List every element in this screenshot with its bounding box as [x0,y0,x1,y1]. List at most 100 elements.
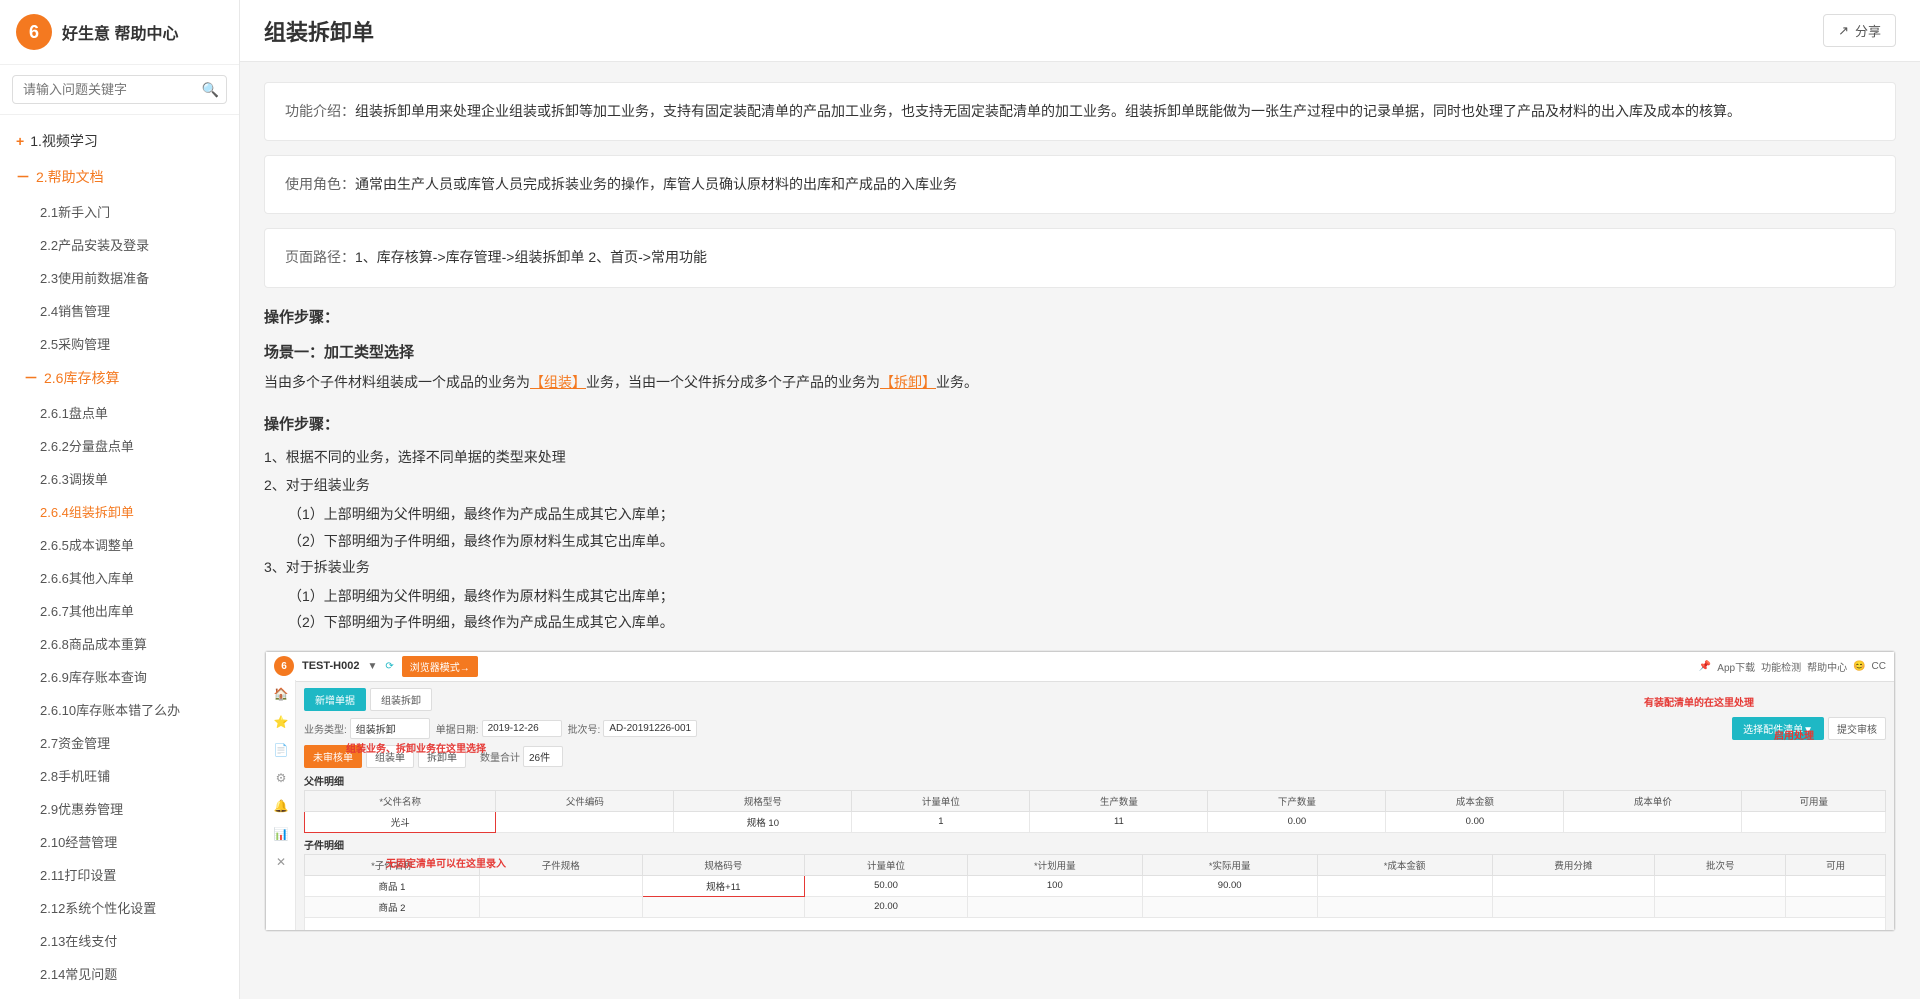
steps-label: 操作步骤： [264,306,1896,327]
sidebar-item-transfer[interactable]: 2.6.3调拨单 [0,462,239,495]
mock-sidebar-home[interactable]: 🏠 [266,680,296,708]
sidebar-subsection-inventory[interactable]: － 2.6库存核算 [0,360,239,396]
mock-form-row: 业务类型: 组装拆卸 单据日期: 2019-12-26 批次号: AD-2019… [304,717,1886,740]
mock-sidebar-close[interactable]: ✕ [266,848,296,876]
mock-bot-th-10: 可用 [1786,854,1886,875]
mock-nav-btn[interactable]: 浏览器模式→ [402,656,478,677]
mock-top-row-1: 光斗 规格 10 1 11 0.00 0.00 [305,811,1886,832]
sidebar-item-faq[interactable]: 2.14常见问题 [0,957,239,990]
mock-top-th-7: 成本金额 [1386,790,1564,811]
mock-icon-pin: 📌 [1699,661,1711,672]
step2-sub1: （1）上部明细为父件明细，最终作为产成品生成其它入库单； [264,501,1896,528]
mock-sidebar-settings[interactable]: ⚙ [266,764,296,792]
sidebar-item-help-docs[interactable]: － 2.帮助文档 2.1新手入门 2.2产品安装及登录 2.3使用前数据准备 2… [0,159,239,999]
mock-bot-cell-1-4: 50.00 [805,875,968,896]
sidebar-item-newbie[interactable]: 2.1新手入门 [0,195,239,228]
sidebar-item-ops[interactable]: 2.10经营管理 [0,825,239,858]
mock-bot-th-9: 批次号 [1655,854,1786,875]
sidebar-item-personalize[interactable]: 2.12系统个性化设置 [0,891,239,924]
mock-select-bill-btn[interactable]: 选择配件清单▼ [1732,717,1824,740]
mock-status-btn-disassemble[interactable]: 拆卸单 [418,745,466,768]
mock-company: TEST-H002 [302,660,359,672]
op-steps-label: 操作步骤： [264,413,1896,434]
mock-sidebar-star[interactable]: ⭐ [266,708,296,736]
mock-logo: 6 [274,656,294,676]
sidebar-item-other-out[interactable]: 2.6.7其他出库单 [0,594,239,627]
mock-bill-area: 选择配件清单▼ 提交审核 [1732,717,1886,740]
mock-bot-cell-2-7 [1317,896,1492,917]
sidebar-item-online-pay[interactable]: 2.13在线支付 [0,924,239,957]
mock-bot-row-3 [305,917,1886,931]
path-label: 页面路径： [285,249,355,265]
sidebar-item-inventory[interactable]: － 2.6库存核算 2.6.1盘点单 2.6.2分量盘点单 2.6.3调拨单 2… [0,360,239,726]
search-button[interactable]: 🔍 [202,81,219,98]
sidebar-section-label-2: 2.帮助文档 [36,167,104,187]
mock-bot-cell-1-8 [1492,875,1655,896]
sidebar-section-header[interactable]: + 1.视频学习 [0,123,239,159]
share-button[interactable]: ↗ 分享 [1823,14,1896,47]
sidebar-item-assembly[interactable]: 2.6.4组装拆卸单 [0,495,239,528]
step3: 3、对于拆装业务 [264,554,1896,581]
mock-qty-label: 数量合计 [480,749,520,764]
sidebar-item-other-in[interactable]: 2.6.6其他入库单 [0,561,239,594]
sidebar-item-mobile[interactable]: 2.8手机旺铺 [0,759,239,792]
mock-bot-cell-2-8 [1492,896,1655,917]
logo-area: 6 好生意 帮助中心 [0,0,239,65]
mock-confirm-btn[interactable]: 提交审核 [1828,717,1886,740]
mock-bottom-table-label: 子件明细 [304,837,1886,852]
mock-icon-cc: CC [1872,661,1886,672]
mock-tab-new[interactable]: 新增单据 [304,688,366,711]
mock-topbar: 6 TEST-H002 ▼ ⟳ 浏览器模式→ 📌 App下载 功能检测 帮助中心… [266,652,1894,682]
sidebar-item-data-prep[interactable]: 2.3使用前数据准备 [0,261,239,294]
app-logo: 6 [16,14,52,50]
sidebar-item-stock-query[interactable]: 2.6.9库存账本查询 [0,660,239,693]
mock-bot-empty-3 [305,917,1886,931]
share-label: 分享 [1855,21,1881,40]
mock-top-th-1: *父件名称 [305,790,496,811]
mock-sidebar: 🏠 ⭐ 📄 ⚙ 🔔 📊 ✕ [266,680,296,930]
mock-qty-value: 26件 [523,746,563,767]
mock-sidebar-bell[interactable]: 🔔 [266,792,296,820]
sidebar-item-install[interactable]: 2.2产品安装及登录 [0,228,239,261]
sidebar-item-cases[interactable]: 2.15操作案例 [0,990,239,999]
mock-top-cell-avail [1742,811,1886,832]
mock-bot-cell-2-5 [967,896,1142,917]
sidebar-item-sales[interactable]: 2.4销售管理 [0,294,239,327]
scenario1-desc: 当由多个子件材料组装成一个成品的业务为【组装】业务，当由一个父件拆分成多个子产品… [264,370,1896,395]
mock-sidebar-chart[interactable]: 📊 [266,820,296,848]
mock-status-btn-assembly[interactable]: 组装单 [366,745,414,768]
path-text: 1、库存核算->库存管理->组装拆卸单 2、首页->常用功能 [355,249,707,265]
sidebar-item-print[interactable]: 2.11打印设置 [0,858,239,891]
mock-field-type: 业务类型: 组装拆卸 [304,718,430,739]
mock-top-th-6: 下产数量 [1208,790,1386,811]
mock-type-value[interactable]: 组装拆卸 [350,718,430,739]
mock-batch-value[interactable]: AD-20191226-001 [603,720,697,737]
mock-bot-th-8: 费用分摊 [1492,854,1655,875]
page-title: 组装拆卸单 [264,15,374,47]
sidebar-item-stock-error[interactable]: 2.6.10库存账本错了么办 [0,693,239,726]
mock-top-cell-spec: 规格 10 [674,811,852,832]
mock-date-value[interactable]: 2019-12-26 [482,720,562,737]
search-input[interactable] [12,75,227,104]
sidebar-item-cost-adjust[interactable]: 2.6.5成本调整单 [0,528,239,561]
mock-top-th-2: 父件编码 [496,790,674,811]
mock-bot-row-1: 商品 1 规格+11 50.00 100 90.00 [305,875,1886,896]
sidebar-item-cost-recalc[interactable]: 2.6.8商品成本重算 [0,627,239,660]
sidebar-section-header-2[interactable]: － 2.帮助文档 [0,159,239,195]
mock-top-cell-code [496,811,674,832]
mock-refresh-icon: ⟳ [385,661,393,672]
sidebar-item-video[interactable]: + 1.视频学习 [0,123,239,159]
mock-field-batch: 批次号: AD-20191226-001 [568,720,698,737]
sidebar-item-coupon[interactable]: 2.9优惠券管理 [0,792,239,825]
sidebar-item-stocktake[interactable]: 2.6.1盘点单 [0,396,239,429]
disassemble-link: 【拆卸】 [880,374,936,390]
sidebar-item-partial-stock[interactable]: 2.6.2分量盘点单 [0,429,239,462]
search-box[interactable]: 🔍 [0,65,239,115]
mock-bot-th-2: 子件规格 [479,854,642,875]
sidebar-item-purchase[interactable]: 2.5采购管理 [0,327,239,360]
mock-content: 新增单据 组装拆卸 业务类型: 组装拆卸 单据日期: 2019-12-26 [296,682,1894,931]
mock-status-btn-unreviewed[interactable]: 未审核单 [304,745,362,768]
mock-tab-assembly[interactable]: 组装拆卸 [370,688,432,711]
sidebar-item-capital[interactable]: 2.7资金管理 [0,726,239,759]
mock-sidebar-doc[interactable]: 📄 [266,736,296,764]
